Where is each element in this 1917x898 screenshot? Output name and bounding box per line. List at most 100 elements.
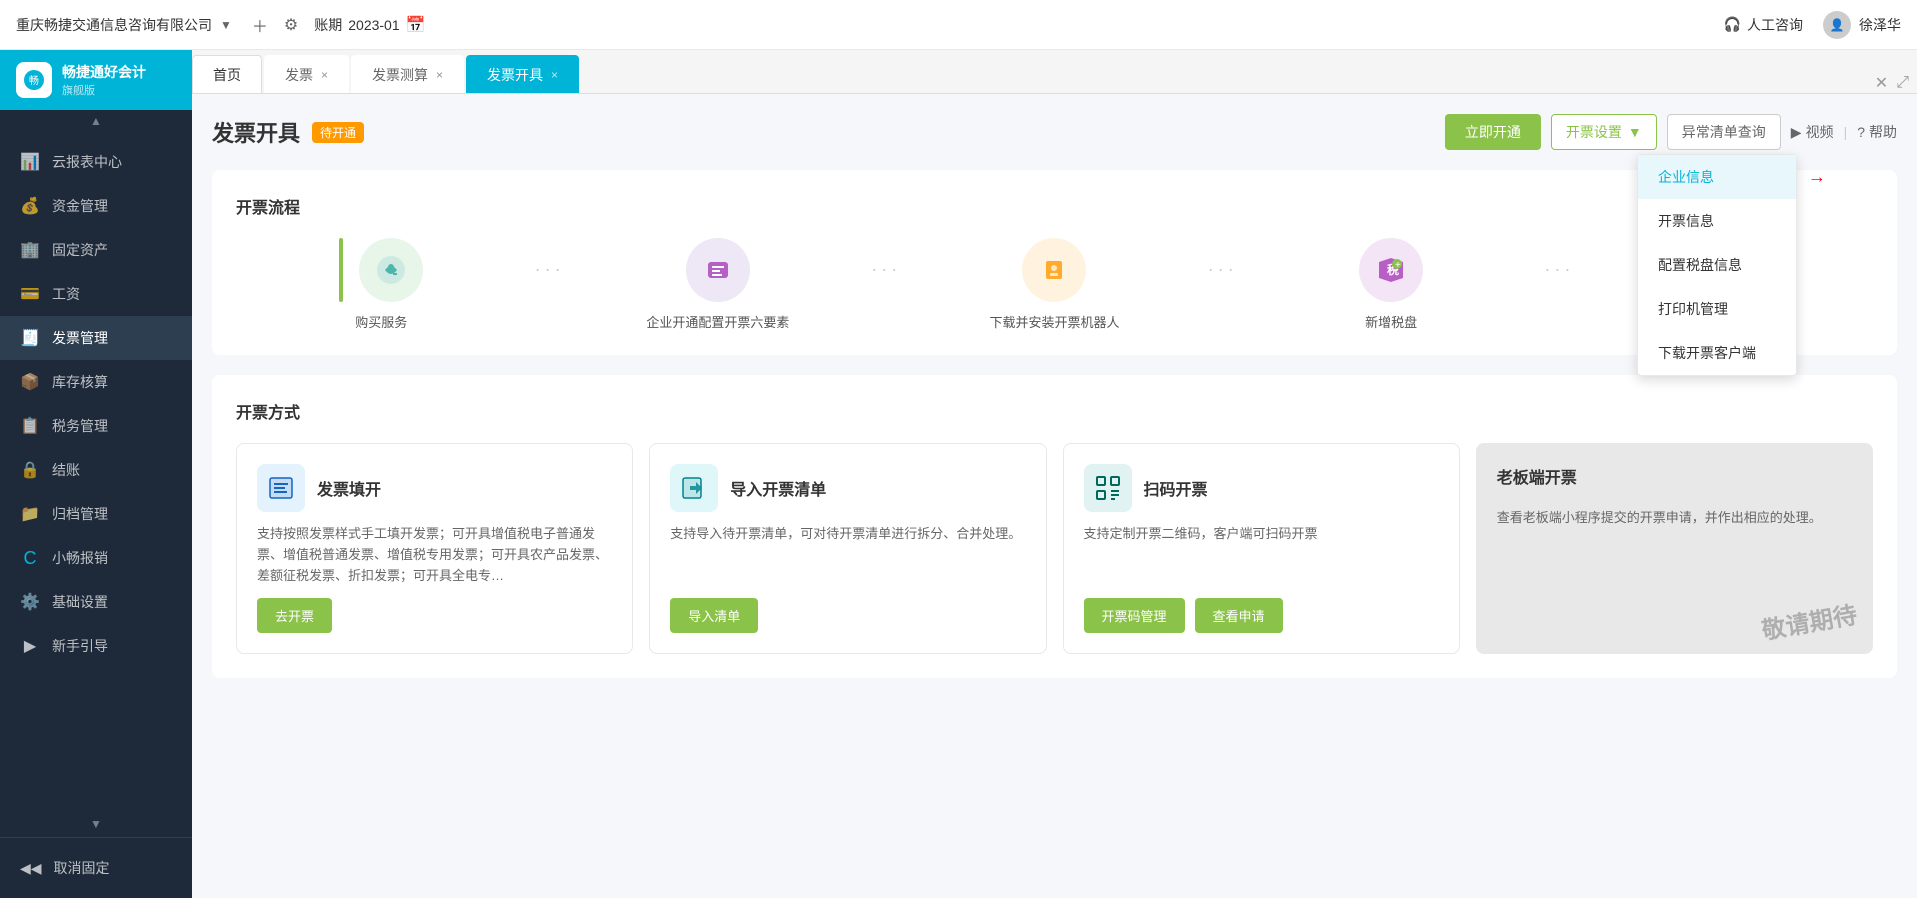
add-icon[interactable]: ＋ [252,13,268,37]
dropdown-item-invoice-info[interactable]: 开票信息 [1638,199,1796,243]
dropdown-item-download-client[interactable]: 下载开票客户端 [1638,331,1796,375]
logo-subtitle: 旗舰版 [62,82,146,98]
dropdown-item-printer[interactable]: 打印机管理 [1638,287,1796,331]
sidebar-bottom[interactable]: ◀◀ 取消固定 [0,837,192,898]
method-section-title: 开票方式 [236,399,1873,423]
top-bar: 重庆畅捷交通信息咨询有限公司 ▼ ＋ ⚙ 账期 2023-01 📅 🎧 人工咨询… [0,0,1917,50]
page-title-area: 发票开具 待开通 [212,116,364,148]
page-header: 发票开具 待开通 立即开通 开票设置 ▼ 异常清单查询 ▶ 视频 [212,114,1897,150]
company-name: 重庆畅捷交通信息咨询有限公司 [16,15,212,35]
import-title: 导入开票清单 [730,476,826,500]
sidebar-item-fund-mgmt[interactable]: 💰 资金管理 [0,184,192,228]
dropdown-arrow-icon: ▼ [220,18,232,32]
help-button[interactable]: ? 帮助 [1857,122,1897,142]
basic-settings-icon: ⚙️ [20,592,40,612]
fixed-assets-icon: 🏢 [20,240,40,260]
scan-desc: 支持定制开票二维码，客户端可扫码开票 [1084,524,1439,545]
sidebar-label: 小畅报销 [52,548,108,568]
method-header-scan: 扫码开票 [1084,464,1439,512]
tab-invoice-calc[interactable]: 发票测算 × [351,55,464,93]
service-button[interactable]: 🎧 人工咨询 [1724,15,1803,35]
step-divider-1: ··· [527,259,573,280]
dropdown-item-tax-disk[interactable]: 配置税盘信息 [1638,243,1796,287]
header-actions: 立即开通 开票设置 ▼ 异常清单查询 ▶ 视频 | ? [1445,114,1897,150]
sidebar-item-fixed-assets[interactable]: 🏢 固定资产 [0,228,192,272]
tab-home-label: 首页 [213,65,241,85]
invoice-info-label: 开票信息 [1658,213,1714,229]
avatar: 👤 [1823,11,1851,39]
step-4-label: 新增税盘 [1365,312,1417,331]
period-label: 账期 [314,15,342,35]
step-3-label: 下载并安装开票机器人 [989,312,1119,331]
calendar-icon[interactable]: 📅 [406,15,426,35]
sidebar-item-checkout[interactable]: 🔒 结账 [0,448,192,492]
service-label: 人工咨询 [1747,15,1803,35]
scan-title: 扫码开票 [1144,476,1208,500]
tab-close-icon[interactable]: ✕ [1875,73,1888,93]
tab-invoice-close[interactable]: × [321,68,328,82]
step-divider-2: ··· [863,259,909,280]
page-content: 发票开具 待开通 立即开通 开票设置 ▼ 异常清单查询 ▶ 视频 [192,94,1917,898]
top-bar-right: 🎧 人工咨询 👤 徐泽华 [1724,11,1901,39]
user-name: 徐泽华 [1859,15,1901,35]
sidebar-item-cloud-report[interactable]: 📊 云报表中心 [0,140,192,184]
cancel-fixed-btn[interactable]: ◀◀ 取消固定 [0,846,192,890]
scan-apply-btn[interactable]: 查看申请 [1195,598,1283,633]
tax-icon: 📋 [20,416,40,436]
settings-button[interactable]: 开票设置 ▼ [1551,114,1657,150]
new-guide-icon: ▶ [20,636,40,656]
tab-invoice-issue-close[interactable]: × [551,68,558,82]
sidebar-item-basic-settings[interactable]: ⚙️ 基础设置 [0,580,192,624]
sidebar-item-tax-mgmt[interactable]: 📋 税务管理 [0,404,192,448]
sidebar-item-new-guide[interactable]: ▶ 新手引导 [0,624,192,668]
sidebar-label: 固定资产 [52,240,108,260]
process-step-2: 企业开通配置开票六要素 [573,238,864,331]
tab-controls: ✕ ⤢ [1867,73,1917,93]
tax-disk-label: 配置税盘信息 [1658,257,1742,273]
archive-icon: 📁 [20,504,40,524]
method-header-manual: 发票填开 [257,464,612,512]
logo-area: 畅 畅捷通好会计 旗舰版 [0,50,192,110]
dropdown-arrow-red: → [1808,167,1826,188]
main-layout: 畅 畅捷通好会计 旗舰版 ▲ 📊 云报表中心 💰 资金管理 [0,50,1917,898]
step-1-label: 购买服务 [355,312,407,331]
method-header-import: 导入开票清单 [670,464,1025,512]
sidebar-item-archive[interactable]: 📁 归档管理 [0,492,192,536]
scan-actions: 开票码管理 查看申请 [1084,598,1439,633]
tab-invoice-issue[interactable]: 发票开具 × [466,55,579,93]
activate-button[interactable]: 立即开通 [1445,114,1541,150]
tab-invoice[interactable]: 发票 × [264,55,349,93]
method-card-manual: 发票填开 支持按照发票样式手工填开发票；可开具增值税电子普通发票、增值税普通发票… [236,443,633,654]
process-step-4: 税+ 新增税盘 [1246,238,1537,331]
settings-icon[interactable]: ⚙ [284,15,298,35]
scroll-up-btn[interactable]: ▲ [0,110,192,132]
sidebar-item-invoice-mgmt[interactable]: 🧾 发票管理 [0,316,192,360]
checkout-icon: 🔒 [20,460,40,480]
top-bar-actions: ＋ ⚙ 账期 2023-01 📅 [252,13,426,37]
download-client-label: 下载开票客户端 [1658,345,1756,361]
abnormal-button[interactable]: 异常清单查询 [1667,114,1781,150]
sidebar-item-salary[interactable]: 💳 工资 [0,272,192,316]
video-button[interactable]: ▶ 视频 [1791,122,1834,142]
dropdown-item-company-info[interactable]: → 企业信息 [1638,155,1796,199]
scan-code-btn[interactable]: 开票码管理 [1084,598,1185,633]
invoice-mgmt-icon: 🧾 [20,328,40,348]
import-btn[interactable]: 导入清单 [670,598,758,633]
sidebar-item-report-sales[interactable]: C 小畅报销 [0,536,192,580]
scroll-down-btn[interactable]: ▼ [0,811,192,837]
cancel-fixed-icon: ◀◀ [20,860,42,877]
user-info[interactable]: 👤 徐泽华 [1823,11,1901,39]
inventory-icon: 📦 [20,372,40,392]
tab-invoice-label: 发票 [285,65,313,85]
tab-home[interactable]: 首页 [192,55,262,93]
tab-invoice-calc-close[interactable]: × [436,68,443,82]
sidebar-label: 基础设置 [52,592,108,612]
play-icon: ▶ [1791,124,1802,141]
tab-maximize-icon[interactable]: ⤢ [1896,74,1909,92]
sidebar-nav: 📊 云报表中心 💰 资金管理 🏢 固定资产 💳 工资 🧾 发票管理 [0,132,192,811]
company-selector[interactable]: 重庆畅捷交通信息咨询有限公司 ▼ [16,15,232,35]
sidebar-item-inventory[interactable]: 📦 库存核算 [0,360,192,404]
manual-go-btn[interactable]: 去开票 [257,598,332,633]
sidebar-label: 税务管理 [52,416,108,436]
logo-title: 畅捷通好会计 [62,62,146,82]
